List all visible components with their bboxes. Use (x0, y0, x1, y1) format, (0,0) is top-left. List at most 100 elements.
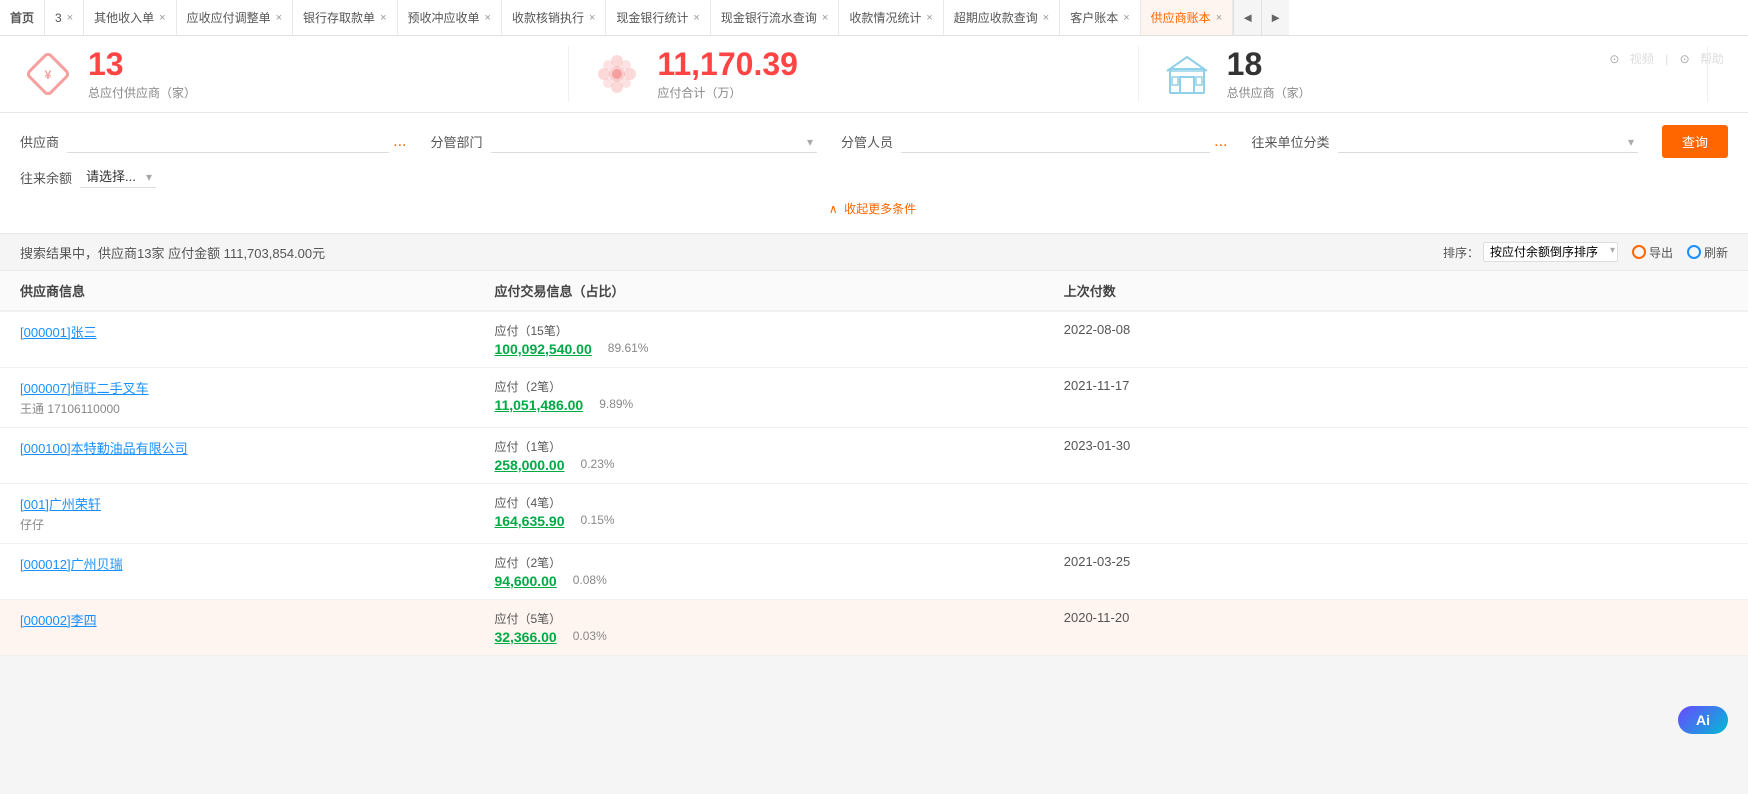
supplier-info-cell: [000007]恒旺二手叉车 王通 17106110000 (20, 378, 494, 417)
person-input[interactable] (901, 131, 1210, 153)
refresh-icon (1687, 245, 1701, 259)
transaction-info-cell: 应付（1笔） 258,000.00 0.23% (494, 438, 1063, 473)
nav-tab-receipt-verify[interactable]: 收款核销执行 × (502, 0, 606, 36)
export-btn[interactable]: 导出 (1632, 244, 1673, 261)
table-row: [000007]恒旺二手叉车 王通 17106110000 应付（2笔） 11,… (0, 368, 1748, 428)
ai-button[interactable]: Ai (1678, 706, 1728, 734)
close-icon[interactable]: × (67, 12, 73, 24)
close-icon[interactable]: × (693, 12, 699, 24)
last-payment-cell: 2021-03-25 (1064, 554, 1349, 569)
person-dots-btn[interactable]: ... (1214, 133, 1227, 151)
close-icon[interactable]: × (1216, 12, 1222, 24)
nav-tab-other-income[interactable]: 其他收入单 × (84, 0, 176, 36)
table-header: 供应商信息 应付交易信息（占比） 上次付数 (0, 271, 1748, 312)
tx-amount[interactable]: 258,000.00 (494, 457, 564, 473)
supplier-info-cell: [000002]李四 (20, 610, 494, 629)
tx-label: 应付（15笔） (494, 322, 1063, 339)
nav-tab-overdue-query[interactable]: 超期应收款查询 × (944, 0, 1060, 36)
balance-select[interactable]: 请选择... (80, 166, 156, 188)
video-link[interactable]: 视频 (1630, 52, 1654, 66)
supplier-sub-info: 仔仔 (20, 516, 494, 533)
transaction-info-cell: 应付（2笔） 94,600.00 0.08% (494, 554, 1063, 589)
tx-amount[interactable]: 11,051,486.00 (494, 397, 583, 413)
results-summary: 搜索结果中，供应商13家 应付金额 111,703,854.00元 (20, 243, 325, 262)
nav-tab-3[interactable]: 3 × (45, 0, 84, 36)
filter-person: 分管人员 ... (841, 131, 1228, 153)
stat-item-payable-suppliers: ¥ 13 总应付供应商（家） (20, 46, 569, 102)
last-payment-date: 2022-08-08 (1064, 318, 1131, 337)
tx-amount-row: 32,366.00 0.03% (494, 627, 1063, 645)
nav-tab-supplier-ledger[interactable]: 供应商账本 × (1141, 0, 1233, 36)
filter-category: 往来单位分类 (1252, 131, 1639, 153)
transaction-info-cell: 应付（2笔） 11,051,486.00 9.89% (494, 378, 1063, 413)
query-button[interactable]: 查询 (1662, 125, 1728, 158)
category-select[interactable] (1338, 131, 1638, 153)
last-payment-cell: 2023-01-30 (1064, 438, 1349, 453)
filter-dept: 分管部门 (431, 131, 818, 153)
tx-amount[interactable]: 94,600.00 (494, 573, 556, 589)
tx-amount-row: 100,092,540.00 89.61% (494, 339, 1063, 357)
supplier-link[interactable]: [001]广州荣轩 (20, 497, 101, 512)
refresh-label: 刷新 (1704, 244, 1728, 261)
refresh-btn[interactable]: 刷新 (1687, 244, 1728, 261)
supplier-input[interactable] (67, 131, 389, 153)
dept-select[interactable] (491, 131, 817, 153)
table-row: [001]广州荣轩 仔仔 应付（4笔） 164,635.90 0.15% (0, 484, 1748, 544)
supplier-link[interactable]: [000002]李四 (20, 613, 97, 628)
supplier-sub-info: 王通 17106110000 (20, 400, 494, 417)
table-row: [000100]本特勤油品有限公司 应付（1笔） 258,000.00 0.23… (0, 428, 1748, 484)
nav-tab-advance-offset[interactable]: 预收冲应收单 × (398, 0, 502, 36)
nav-tab-receipt-stats[interactable]: 收款情况统计 × (839, 0, 943, 36)
top-navigation: 首页 3 × 其他收入单 × 应收应付调整单 × 银行存取款单 × 预收冲应收单… (0, 0, 1748, 36)
tx-amount[interactable]: 32,366.00 (494, 629, 556, 645)
total-suppliers-number: 18 (1227, 48, 1311, 80)
help-link[interactable]: 帮助 (1700, 52, 1724, 66)
close-icon[interactable]: × (589, 12, 595, 24)
close-icon[interactable]: × (822, 12, 828, 24)
tx-amount-row: 94,600.00 0.08% (494, 571, 1063, 589)
close-icon[interactable]: × (1123, 12, 1129, 24)
tx-amount-row: 258,000.00 0.23% (494, 455, 1063, 473)
collapse-button[interactable]: ∧ 收起更多条件 (20, 196, 1728, 221)
sort-select[interactable]: 按应付余额倒序排序 (1483, 242, 1618, 262)
nav-prev-arrow[interactable]: ◄ (1233, 0, 1261, 36)
tx-pct: 0.08% (573, 573, 607, 587)
nav-tab-customer-ledger[interactable]: 客户账本 × (1060, 0, 1140, 36)
nav-tab-cash-flow-query[interactable]: 现金银行流水查询 × (711, 0, 839, 36)
close-icon[interactable]: × (485, 12, 491, 24)
collapse-btn-label: 收起更多条件 (844, 202, 916, 216)
nav-tab-bank-deposit[interactable]: 银行存取款单 × (293, 0, 397, 36)
chevron-up-icon: ∧ (829, 202, 838, 216)
col-header-transaction: 应付交易信息（占比） (494, 281, 1063, 300)
supplier-link[interactable]: [000100]本特勤油品有限公司 (20, 441, 188, 456)
payable-suppliers-number: 13 (88, 48, 196, 80)
col-header-extra (1348, 281, 1728, 300)
nav-tab-home[interactable]: 首页 (0, 0, 45, 36)
supplier-link[interactable]: [000001]张三 (20, 325, 97, 340)
supplier-link[interactable]: [000012]广州贝瑞 (20, 557, 123, 572)
close-icon[interactable]: × (276, 12, 282, 24)
tx-amount[interactable]: 100,092,540.00 (494, 341, 591, 357)
shop-icon (1159, 46, 1215, 102)
close-icon[interactable]: × (159, 12, 165, 24)
stats-bar: ¥ 13 总应付供应商（家） 11,170.39 应付合 (0, 36, 1748, 113)
flower-icon (589, 46, 645, 102)
nav-tab-cash-bank-stats[interactable]: 现金银行统计 × (606, 0, 710, 36)
table-body: [000001]张三 应付（15笔） 100,092,540.00 89.61%… (0, 312, 1748, 656)
tx-pct: 89.61% (608, 341, 649, 355)
balance-label: 往来余额 (20, 168, 72, 187)
total-suppliers-label: 总供应商（家） (1227, 84, 1311, 101)
tx-amount-row: 164,635.90 0.15% (494, 511, 1063, 529)
tx-pct: 9.89% (599, 397, 633, 411)
supplier-dots-btn[interactable]: ... (393, 133, 406, 151)
supplier-link[interactable]: [000007]恒旺二手叉车 (20, 381, 149, 396)
results-bar: 搜索结果中，供应商13家 应付金额 111,703,854.00元 排序： 按应… (0, 234, 1748, 271)
close-icon[interactable]: × (1043, 12, 1049, 24)
tx-amount[interactable]: 164,635.90 (494, 513, 564, 529)
close-icon[interactable]: × (380, 12, 386, 24)
last-payment-date: 2023-01-30 (1064, 434, 1131, 453)
close-icon[interactable]: × (926, 12, 932, 24)
tx-label: 应付（5笔） (494, 610, 1063, 627)
nav-tab-ar-ap-adjust[interactable]: 应收应付调整单 × (177, 0, 293, 36)
nav-next-arrow[interactable]: ► (1261, 0, 1289, 36)
